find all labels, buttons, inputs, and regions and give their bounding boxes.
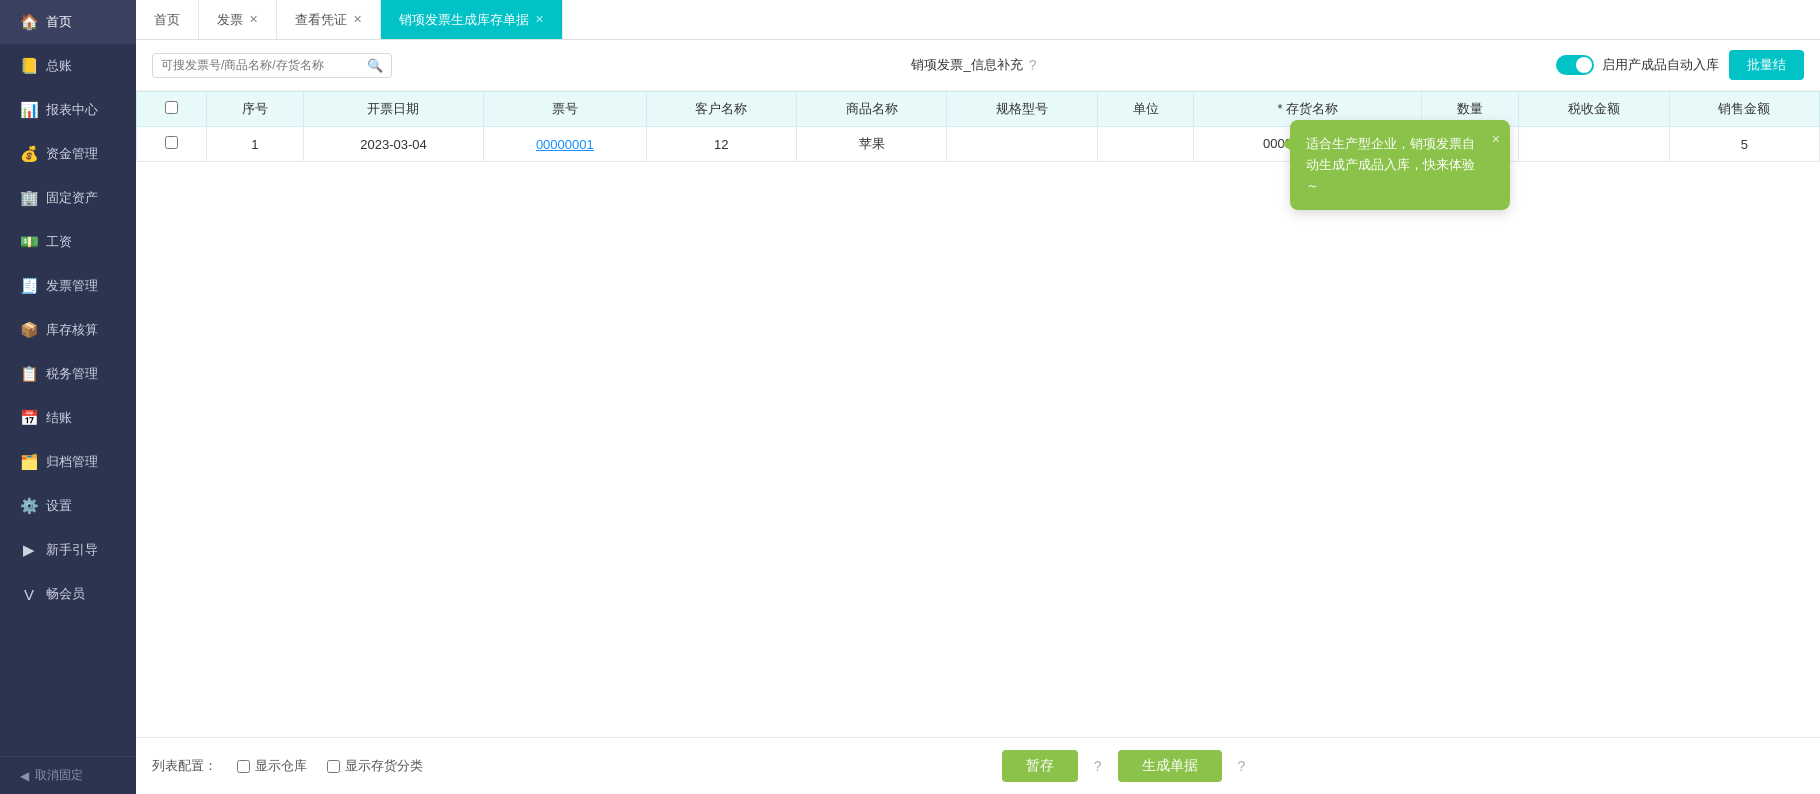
col-header-model: 规格型号 xyxy=(947,92,1097,127)
report-icon: 📊 xyxy=(20,101,38,119)
sidebar-item-settle[interactable]: 📅结账 xyxy=(0,396,136,440)
cell-number[interactable]: 00000001 xyxy=(484,127,646,162)
guide-icon: ▶ xyxy=(20,541,38,559)
sidebar: 🏠首页📒总账📊报表中心💰资金管理🏢固定资产💵工资🧾发票管理📦库存核算📋税务管理📅… xyxy=(0,0,136,794)
col-header-customer: 客户名称 xyxy=(646,92,796,127)
tax-icon: 📋 xyxy=(20,365,38,383)
col-header-date: 开票日期 xyxy=(303,92,483,127)
ledger-icon: 📒 xyxy=(20,57,38,75)
row-checkbox[interactable] xyxy=(165,136,178,149)
archive-icon: 🗂️ xyxy=(20,453,38,471)
bottom-actions: 暂存 ? 生成单据 ? xyxy=(443,750,1804,782)
cell-product: 苹果 xyxy=(796,127,946,162)
tab-home[interactable]: 首页 xyxy=(136,0,199,39)
toolbar: 🔍 销项发票_信息补充 ? 启用产成品自动入库 批量结 xyxy=(136,40,1820,91)
sidebar-item-settings[interactable]: ⚙️设置 xyxy=(0,484,136,528)
salary-icon: 💵 xyxy=(20,233,38,251)
settle-icon: 📅 xyxy=(20,409,38,427)
cell-unit xyxy=(1097,127,1194,162)
col-header-checkbox xyxy=(137,92,207,127)
toggle-knob xyxy=(1576,57,1592,73)
search-input[interactable] xyxy=(161,58,361,72)
save-help-icon[interactable]: ? xyxy=(1094,758,1102,774)
cell-customer: 12 xyxy=(646,127,796,162)
generate-button[interactable]: 生成单据 xyxy=(1118,750,1222,782)
cell-index: 1 xyxy=(207,127,304,162)
page-content: 🔍 销项发票_信息补充 ? 启用产成品自动入库 批量结 序号开票日期票号客户名称… xyxy=(136,40,1820,794)
generate-help-icon[interactable]: ? xyxy=(1238,758,1246,774)
sidebar-item-tax[interactable]: 📋税务管理 xyxy=(0,352,136,396)
col-header-amount: 销售金额 xyxy=(1669,92,1820,127)
tab-close-voucher[interactable]: ✕ xyxy=(353,13,362,26)
tab-label-invoice: 发票 xyxy=(217,11,243,29)
toolbar-center: 销项发票_信息补充 ? xyxy=(402,56,1546,74)
col-header-product: 商品名称 xyxy=(796,92,946,127)
pin-icon: ◀ xyxy=(20,769,29,783)
sidebar-item-funds[interactable]: 💰资金管理 xyxy=(0,132,136,176)
sidebar-item-inventory[interactable]: 📦库存核算 xyxy=(0,308,136,352)
invoice-link[interactable]: 00000001 xyxy=(536,137,594,152)
search-icon: 🔍 xyxy=(367,58,383,73)
table-container: 序号开票日期票号客户名称商品名称规格型号单位* 存货名称数量税收金额销售金额 1… xyxy=(136,91,1820,737)
sidebar-item-report[interactable]: 📊报表中心 xyxy=(0,88,136,132)
assets-icon: 🏢 xyxy=(20,189,38,207)
data-table: 序号开票日期票号客户名称商品名称规格型号单位* 存货名称数量税收金额销售金额 1… xyxy=(136,91,1820,162)
show-category-checkbox[interactable]: 显示存货分类 xyxy=(327,757,423,775)
tooltip-close-icon[interactable]: × xyxy=(1492,128,1500,150)
center-label: 销项发票_信息补充 xyxy=(911,56,1022,74)
save-button[interactable]: 暂存 xyxy=(1002,750,1078,782)
toggle-label: 启用产成品自动入库 xyxy=(1602,56,1719,74)
sidebar-item-salary[interactable]: 💵工资 xyxy=(0,220,136,264)
funds-icon: 💰 xyxy=(20,145,38,163)
col-header-index: 序号 xyxy=(207,92,304,127)
show-warehouse-checkbox[interactable]: 显示仓库 xyxy=(237,757,307,775)
sidebar-item-ledger[interactable]: 📒总账 xyxy=(0,44,136,88)
settings-icon: ⚙️ xyxy=(20,497,38,515)
tab-label-home: 首页 xyxy=(154,11,180,29)
sidebar-item-assets[interactable]: 🏢固定资产 xyxy=(0,176,136,220)
main-area: 首页发票 ✕查看凭证 ✕销项发票生成库存单据 ✕ 🔍 销项发票_信息补充 ? 启… xyxy=(136,0,1820,794)
sidebar-item-vip[interactable]: V畅会员 xyxy=(0,572,136,616)
tab-voucher[interactable]: 查看凭证 ✕ xyxy=(277,0,381,39)
batch-button[interactable]: 批量结 xyxy=(1729,50,1804,80)
cell-model xyxy=(947,127,1097,162)
invoice-icon: 🧾 xyxy=(20,277,38,295)
info-icon[interactable]: ? xyxy=(1029,57,1037,73)
tab-close-main[interactable]: ✕ xyxy=(535,13,544,26)
sidebar-item-guide[interactable]: ▶新手引导 xyxy=(0,528,136,572)
sidebar-item-archive[interactable]: 🗂️归档管理 xyxy=(0,440,136,484)
list-config-label: 列表配置： xyxy=(152,757,217,775)
cell-tax_rate xyxy=(1519,127,1669,162)
sidebar-footer-label: 取消固定 xyxy=(35,767,83,784)
search-box[interactable]: 🔍 xyxy=(152,53,392,78)
sidebar-item-home[interactable]: 🏠首页 xyxy=(0,0,136,44)
tab-invoice[interactable]: 发票 ✕ xyxy=(199,0,277,39)
sidebar-footer[interactable]: ◀ 取消固定 xyxy=(0,756,136,794)
tooltip-text: 适合生产型企业，销项发票自动生成产成品入库，快来体验～ xyxy=(1306,134,1494,196)
toggle-area: 启用产成品自动入库 xyxy=(1556,55,1719,75)
table-row: 12023-03-040000000112苹果000001 苹果 个5 xyxy=(137,127,1820,162)
bottom-bar: 列表配置： 显示仓库 显示存货分类 暂存 ? 生成单据 ? xyxy=(136,737,1820,794)
auto-stock-toggle[interactable] xyxy=(1556,55,1594,75)
cell-amount: 5 xyxy=(1669,127,1820,162)
select-all-checkbox[interactable] xyxy=(165,101,178,114)
vip-icon: V xyxy=(20,586,38,603)
tab-label-voucher: 查看凭证 xyxy=(295,11,347,29)
cell-date: 2023-03-04 xyxy=(303,127,483,162)
tab-close-invoice[interactable]: ✕ xyxy=(249,13,258,26)
tab-bar: 首页发票 ✕查看凭证 ✕销项发票生成库存单据 ✕ xyxy=(136,0,1820,40)
tooltip-popup: × 适合生产型企业，销项发票自动生成产成品入库，快来体验～ xyxy=(1290,120,1510,210)
col-header-unit: 单位 xyxy=(1097,92,1194,127)
cell-checkbox[interactable] xyxy=(137,127,207,162)
home-icon: 🏠 xyxy=(20,13,38,31)
tab-main[interactable]: 销项发票生成库存单据 ✕ xyxy=(381,0,563,39)
inventory-icon: 📦 xyxy=(20,321,38,339)
sidebar-item-invoice[interactable]: 🧾发票管理 xyxy=(0,264,136,308)
col-header-number: 票号 xyxy=(484,92,646,127)
col-header-tax_rate: 税收金额 xyxy=(1519,92,1669,127)
tab-label-main: 销项发票生成库存单据 xyxy=(399,11,529,29)
